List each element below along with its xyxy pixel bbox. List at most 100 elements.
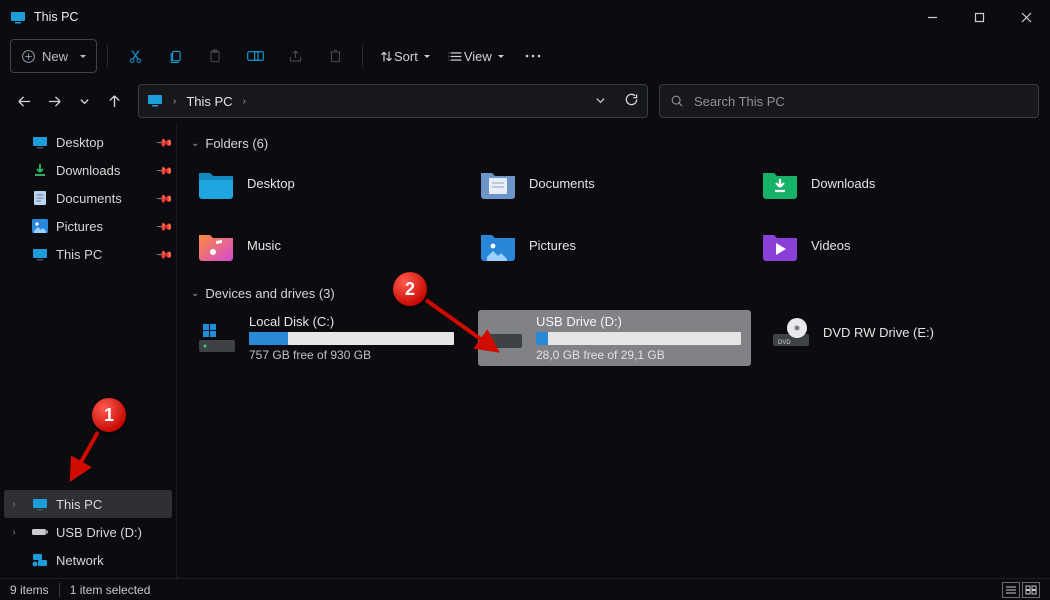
- selection-count: 1 item selected: [70, 583, 151, 597]
- pin-icon: 📌: [155, 245, 173, 263]
- videos-folder-icon: [761, 228, 799, 262]
- command-bar: New Sort View: [0, 34, 1050, 78]
- share-button[interactable]: [278, 39, 312, 73]
- desktop-folder-icon: [197, 166, 235, 200]
- up-button[interactable]: [103, 88, 125, 114]
- minimize-button[interactable]: [909, 0, 956, 34]
- folder-name: Videos: [811, 238, 851, 253]
- sidebar-item-label: Downloads: [56, 163, 120, 178]
- chevron-right-icon[interactable]: ›: [171, 96, 178, 107]
- sidebar-item-documents[interactable]: Documents 📌: [0, 184, 176, 212]
- paste-button[interactable]: [198, 39, 232, 73]
- sidebar-item-desktop[interactable]: Desktop 📌: [0, 128, 176, 156]
- recent-locations-button[interactable]: [73, 88, 95, 114]
- drive-free-text: 28,0 GB free of 29,1 GB: [536, 348, 741, 362]
- folder-name: Desktop: [247, 176, 295, 191]
- folder-tile-desktop[interactable]: Desktop: [191, 160, 459, 206]
- folder-tile-downloads[interactable]: Downloads: [755, 160, 1023, 206]
- folder-name: Pictures: [529, 238, 576, 253]
- dvd-drive-icon: DVD: [771, 314, 811, 350]
- sidebar-item-pictures[interactable]: Pictures 📌: [0, 212, 176, 240]
- tree-item-this-pc[interactable]: › This PC: [4, 490, 172, 518]
- drive-name: DVD RW Drive (E:): [823, 325, 1028, 340]
- tiles-view-toggle[interactable]: [1022, 582, 1040, 598]
- tree-item-usb-drive[interactable]: › USB Drive (D:): [0, 518, 176, 546]
- window-title: This PC: [34, 10, 78, 24]
- pin-icon: 📌: [155, 133, 173, 151]
- drive-tile-usb-d[interactable]: USB Drive (D:) 28,0 GB free of 29,1 GB: [478, 310, 751, 366]
- drive-tile-dvd-e[interactable]: DVD DVD RW Drive (E:): [765, 310, 1038, 354]
- maximize-button[interactable]: [956, 0, 1003, 34]
- group-header-label: Folders (6): [205, 136, 268, 151]
- svg-text:DVD: DVD: [778, 340, 791, 346]
- item-count: 9 items: [10, 583, 49, 597]
- network-icon: [32, 552, 48, 568]
- document-icon: [32, 190, 48, 206]
- folder-name: Documents: [529, 176, 595, 191]
- navigation-pane: Desktop 📌 Downloads 📌 Documents 📌 Pictur…: [0, 124, 177, 578]
- sort-label: Sort: [394, 49, 418, 64]
- close-button[interactable]: [1003, 0, 1050, 34]
- delete-button[interactable]: [318, 39, 352, 73]
- chevron-right-icon[interactable]: ›: [241, 96, 248, 107]
- folder-tile-music[interactable]: Music: [191, 222, 459, 268]
- drives-group-header[interactable]: ⌄ Devices and drives (3): [185, 280, 1050, 306]
- annotation-badge-1: 1: [92, 398, 126, 432]
- separator-icon: [362, 45, 363, 67]
- storage-bar: [536, 332, 741, 345]
- pin-icon: 📌: [155, 189, 173, 207]
- title-bar: This PC: [0, 0, 1050, 34]
- sort-button[interactable]: Sort: [373, 39, 436, 73]
- sidebar-item-this-pc[interactable]: This PC 📌: [0, 240, 176, 268]
- refresh-button[interactable]: [624, 92, 639, 110]
- new-button[interactable]: New: [10, 39, 97, 73]
- folders-group-header[interactable]: ⌄ Folders (6): [185, 130, 1050, 156]
- breadcrumb-segment[interactable]: This PC: [186, 94, 232, 109]
- chevron-right-icon[interactable]: ›: [8, 499, 20, 510]
- rename-button[interactable]: [238, 39, 272, 73]
- folder-tile-videos[interactable]: Videos: [755, 222, 1023, 268]
- details-view-toggle[interactable]: [1002, 582, 1020, 598]
- view-label: View: [464, 49, 492, 64]
- annotation-arrow-2: [418, 292, 508, 362]
- tree-item-label: Network: [56, 553, 104, 568]
- tree-item-label: This PC: [56, 497, 102, 512]
- cut-button[interactable]: [118, 39, 152, 73]
- address-icon: [147, 92, 163, 111]
- music-folder-icon: [197, 228, 235, 262]
- chevron-right-icon[interactable]: ›: [8, 527, 20, 538]
- desktop-icon: [32, 134, 48, 150]
- search-box[interactable]: Search This PC: [659, 84, 1039, 118]
- folder-tile-pictures[interactable]: Pictures: [473, 222, 741, 268]
- app-icon: [10, 9, 26, 25]
- sidebar-item-downloads[interactable]: Downloads 📌: [0, 156, 176, 184]
- status-bar: 9 items 1 item selected: [0, 578, 1050, 600]
- new-button-label: New: [42, 49, 68, 64]
- download-icon: [32, 162, 48, 178]
- sidebar-item-label: Pictures: [56, 219, 103, 234]
- group-header-label: Devices and drives (3): [205, 286, 334, 301]
- back-button[interactable]: [13, 88, 35, 114]
- view-button[interactable]: View: [442, 39, 510, 73]
- tree-item-label: USB Drive (D:): [56, 525, 142, 540]
- forward-button[interactable]: [43, 88, 65, 114]
- more-button[interactable]: [516, 39, 550, 73]
- search-placeholder: Search This PC: [694, 94, 785, 109]
- content-pane: ⌄ Folders (6) Desktop Documents Downl: [177, 124, 1050, 578]
- copy-button[interactable]: [158, 39, 192, 73]
- tree-item-network[interactable]: Network: [0, 546, 176, 574]
- pictures-folder-icon: [479, 228, 517, 262]
- folder-tile-documents[interactable]: Documents: [473, 160, 741, 206]
- address-bar[interactable]: › This PC ›: [138, 84, 648, 118]
- sidebar-item-label: This PC: [56, 247, 102, 262]
- nav-buttons: [11, 88, 127, 114]
- pin-icon: 📌: [155, 161, 173, 179]
- picture-icon: [32, 218, 48, 234]
- sidebar-item-label: Documents: [56, 191, 122, 206]
- address-dropdown-button[interactable]: [595, 94, 606, 109]
- documents-folder-icon: [479, 166, 517, 200]
- chevron-down-icon: ⌄: [191, 138, 199, 149]
- sidebar-item-label: Desktop: [56, 135, 104, 150]
- hdd-windows-icon: [197, 314, 237, 362]
- pin-icon: 📌: [155, 217, 173, 235]
